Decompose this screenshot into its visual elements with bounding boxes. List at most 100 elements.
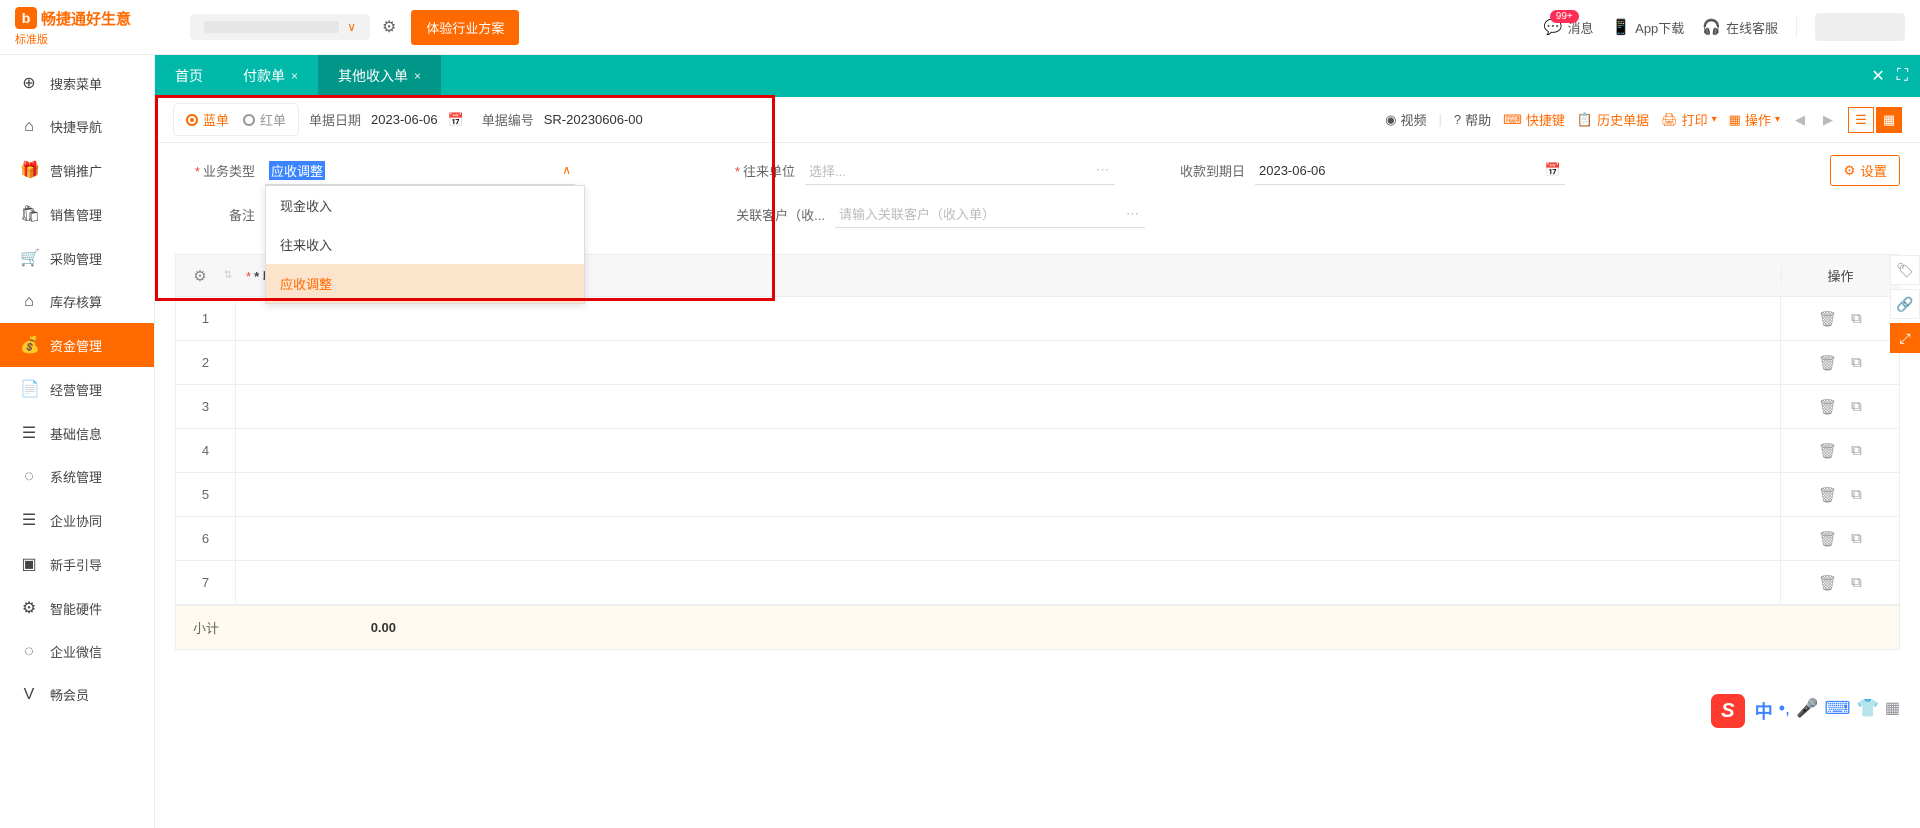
copy-row-icon[interactable]: ⧉	[1851, 354, 1862, 371]
sidebar-icon: ⌂	[20, 293, 38, 311]
sidebar-icon: ⚙	[20, 598, 38, 618]
relcust-input[interactable]: 请输入关联客户（收入单） ⋯	[835, 200, 1145, 228]
sidebar-item[interactable]: ◌企业微信	[0, 630, 154, 673]
sidebar-item[interactable]: ⌂快捷导航	[0, 105, 154, 148]
help-link[interactable]: ?帮助	[1454, 110, 1491, 129]
print-link[interactable]: 🖨打印▾	[1661, 110, 1717, 129]
ime-shirt-icon[interactable]: 👕	[1856, 698, 1878, 724]
copy-row-icon[interactable]: ⧉	[1851, 398, 1862, 415]
biztype-select[interactable]: 应收调整 ∧ 现金收入往来收入应收调整	[265, 157, 575, 185]
sidebar-item[interactable]: 💰资金管理	[0, 323, 154, 367]
close-icon[interactable]: ×	[414, 69, 421, 83]
sidebar-item[interactable]: ⌂库存核算	[0, 280, 154, 323]
history-link[interactable]: 📋历史单据	[1577, 110, 1649, 129]
tab[interactable]: 付款单×	[223, 55, 318, 97]
gear-icon: ⚙	[1843, 163, 1855, 179]
ime-grid-icon[interactable]: ▦	[1885, 698, 1900, 724]
expand-icon[interactable]: ⛶	[1897, 67, 1908, 85]
unit-select[interactable]: 选择... ⋯	[805, 157, 1115, 185]
table-row[interactable]: 2 🗑 ⧉	[176, 341, 1899, 385]
ime-mic-icon[interactable]: 🎤	[1796, 698, 1818, 724]
hotkey-link[interactable]: ⌨快捷键	[1503, 110, 1565, 129]
sidebar-item-label: 营销推广	[50, 161, 102, 180]
delete-row-icon[interactable]: 🗑	[1818, 442, 1837, 460]
delete-row-icon[interactable]: 🗑	[1818, 530, 1837, 548]
table-settings-icon[interactable]: ⚙	[176, 267, 224, 285]
link-icon[interactable]: 🔗	[1890, 289, 1920, 319]
copy-row-icon[interactable]: ⧉	[1851, 310, 1862, 327]
message-link[interactable]: 99+ 💬 消息	[1544, 18, 1594, 37]
calendar-icon[interactable]: 📅	[448, 112, 464, 128]
gear-icon[interactable]: ⚙	[382, 17, 396, 37]
sidebar-item[interactable]: ◌系统管理	[0, 455, 154, 498]
sidebar-item[interactable]: 🎁营销推广	[0, 148, 154, 192]
sidebar-icon: ⊕	[20, 73, 38, 93]
copy-row-icon[interactable]: ⧉	[1851, 442, 1862, 459]
app-download-link[interactable]: 📱 App下载	[1611, 18, 1684, 37]
sidebar-item[interactable]: ⊕搜索菜单	[0, 61, 154, 105]
logo-text: 畅捷通好生意	[41, 8, 131, 29]
table-row[interactable]: 4🗑⧉	[176, 429, 1899, 473]
table-row[interactable]: 7🗑⧉	[176, 561, 1899, 605]
sidebar-item[interactable]: ☰企业协同	[0, 498, 154, 542]
sort-icon[interactable]: ⇅	[224, 270, 242, 281]
sidebar-icon: ☰	[20, 510, 38, 530]
tab[interactable]: 其他收入单×	[318, 55, 441, 97]
dropdown-option[interactable]: 现金收入	[266, 186, 584, 225]
table-row[interactable]: 5🗑⧉	[176, 473, 1899, 517]
tag-icon[interactable]: 🏷	[1890, 255, 1920, 285]
copy-row-icon[interactable]: ⧉	[1851, 486, 1862, 503]
subtotal-label: 小计	[176, 618, 236, 637]
tab[interactable]: 首页	[155, 55, 223, 97]
delete-row-icon[interactable]: 🗑	[1818, 310, 1837, 328]
view-card-button[interactable]: ▦	[1876, 107, 1902, 133]
sidebar-item[interactable]: V畅会员	[0, 673, 154, 716]
ime-punct-icon[interactable]: •,	[1779, 698, 1790, 724]
copy-row-icon[interactable]: ⧉	[1851, 574, 1862, 591]
delete-row-icon[interactable]: 🗑	[1818, 398, 1837, 416]
unit-field: *往来单位 选择... ⋯	[715, 157, 1115, 185]
more-icon[interactable]: ⋯	[1096, 162, 1111, 178]
sidebar-item[interactable]: ▣新手引导	[0, 542, 154, 586]
view-list-button[interactable]: ☰	[1848, 107, 1874, 133]
ime-keyboard-icon[interactable]: ⌨	[1824, 698, 1850, 724]
duedate-input[interactable]: 2023-06-06 📅	[1255, 157, 1565, 185]
ime-logo-icon[interactable]: S	[1711, 694, 1745, 728]
user-avatar[interactable]	[1815, 13, 1905, 41]
close-tab-icon[interactable]: ✕	[1871, 66, 1884, 86]
sidebar-icon: 🛒	[20, 248, 38, 268]
radio-red[interactable]: 红单	[243, 110, 286, 129]
trial-button[interactable]: 体验行业方案	[411, 10, 519, 45]
org-selector[interactable]: ∨	[190, 14, 370, 40]
next-arrow[interactable]: ▶	[1820, 112, 1836, 128]
delete-row-icon[interactable]: 🗑	[1818, 486, 1837, 504]
table-row[interactable]: 3🗑⧉	[176, 385, 1899, 429]
close-icon[interactable]: ×	[291, 69, 298, 83]
sidebar-item[interactable]: ☰基础信息	[0, 411, 154, 455]
dropdown-option[interactable]: 应收调整	[266, 264, 584, 303]
doc-date-value[interactable]: 2023-06-06	[371, 112, 438, 127]
prev-arrow[interactable]: ◀	[1792, 112, 1808, 128]
delete-row-icon[interactable]: 🗑	[1818, 354, 1837, 372]
sidebar-item[interactable]: 🛍销售管理	[0, 192, 154, 236]
settings-button[interactable]: ⚙ 设置	[1830, 155, 1900, 186]
dropdown-option[interactable]: 往来收入	[266, 225, 584, 264]
video-link[interactable]: ◉视频	[1385, 110, 1426, 129]
right-float-bar: 🏷 🔗 ⤢	[1890, 255, 1920, 353]
table-row[interactable]: 6🗑⧉	[176, 517, 1899, 561]
chevron-down-icon: ▾	[1712, 114, 1717, 125]
ime-lang-icon[interactable]: 中	[1755, 698, 1773, 724]
copy-row-icon[interactable]: ⧉	[1851, 530, 1862, 547]
radio-blue[interactable]: 蓝单	[186, 110, 229, 129]
more-icon[interactable]: ⋯	[1126, 206, 1141, 222]
delete-row-icon[interactable]: 🗑	[1818, 574, 1837, 592]
sidebar-item[interactable]: 🛒采购管理	[0, 236, 154, 280]
service-link[interactable]: 🎧 在线客服	[1702, 18, 1778, 37]
sidebar-item[interactable]: 📄经营管理	[0, 367, 154, 411]
expand-panel-icon[interactable]: ⤢	[1890, 323, 1920, 353]
operate-link[interactable]: ▦操作▾	[1729, 110, 1780, 129]
calendar-icon[interactable]: 📅	[1545, 162, 1561, 178]
table-row[interactable]: 1🗑⧉	[176, 297, 1899, 341]
sidebar-item[interactable]: ⚙智能硬件	[0, 586, 154, 630]
row-number: 2	[176, 341, 236, 384]
